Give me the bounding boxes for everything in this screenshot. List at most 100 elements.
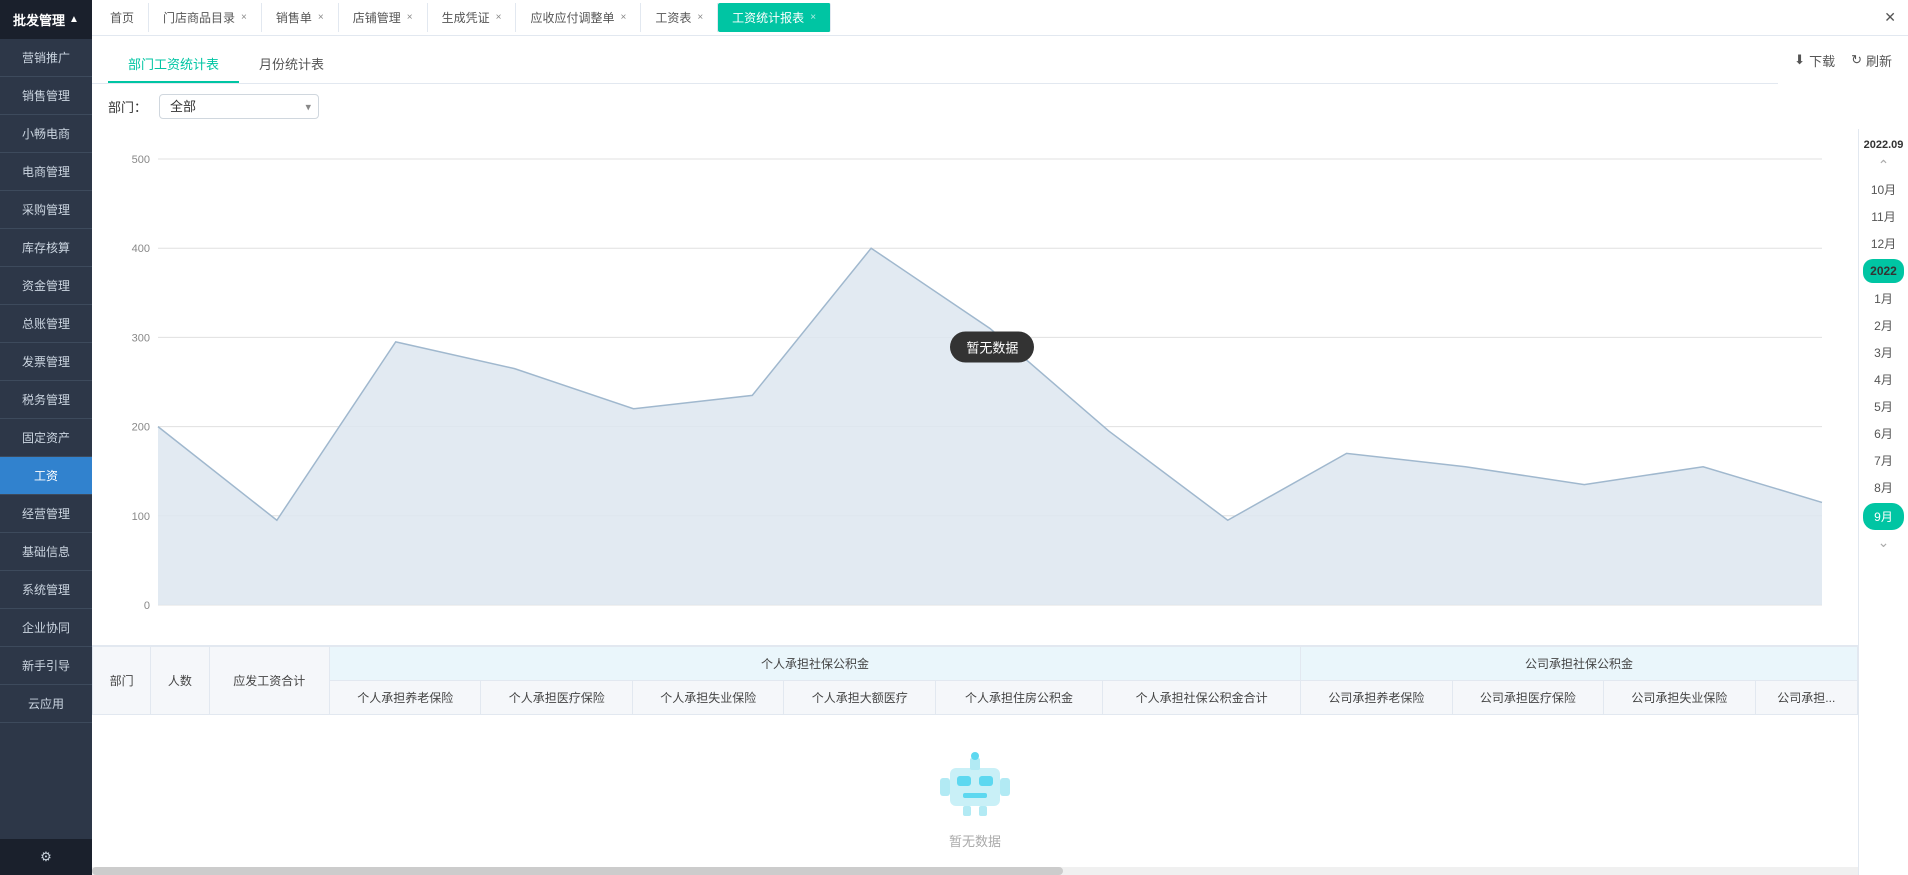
sidebar-item-工资[interactable]: 工资 bbox=[0, 457, 92, 495]
empty-state: 暂无数据 bbox=[103, 723, 1848, 867]
sidebar-item-电商管理[interactable]: 电商管理 bbox=[0, 153, 92, 191]
tab-生成凭证[interactable]: 生成凭证× bbox=[428, 3, 517, 32]
sidebar-item-经营管理[interactable]: 经营管理 bbox=[0, 495, 92, 533]
tab-门店商品目录[interactable]: 门店商品目录 × bbox=[149, 3, 262, 32]
sidebar-items: 营销推广销售管理小畅电商电商管理采购管理库存核算资金管理总账管理发票管理税务管理… bbox=[0, 39, 92, 723]
chart-calendar-area: 0100200300400500 暂无数据 部门人数应发工资合计个人承担社保公积… bbox=[92, 129, 1908, 875]
empty-robot-icon bbox=[935, 743, 1015, 823]
cal-month-6[interactable]: 6月 bbox=[1859, 420, 1908, 447]
th-sub-个人承担失业保险: 个人承担失业保险 bbox=[632, 681, 784, 715]
tab-工资表[interactable]: 工资表 × bbox=[641, 3, 718, 32]
tab-label: 工资表 bbox=[655, 9, 691, 26]
sub-tab-月份统计表[interactable]: 月份统计表 bbox=[239, 46, 344, 83]
download-icon: ⬇ bbox=[1794, 52, 1805, 68]
tab-label: 应收应付调整单 bbox=[530, 9, 614, 26]
th-sub-公司承担医疗保险: 公司承担医疗保险 bbox=[1452, 681, 1604, 715]
refresh-button[interactable]: ↻ 刷新 bbox=[1851, 51, 1892, 70]
tab-label: 工资统计报表 bbox=[732, 9, 804, 26]
tab-label: 门店商品目录 bbox=[163, 9, 235, 26]
sidebar-item-销售管理[interactable]: 销售管理 bbox=[0, 77, 92, 115]
cal-month-1[interactable]: 1月 bbox=[1859, 285, 1908, 312]
tab-label: 销售单 bbox=[276, 9, 312, 26]
svg-text:200: 200 bbox=[132, 422, 150, 434]
download-button[interactable]: ⬇ 下载 bbox=[1794, 51, 1835, 70]
sidebar-item-云应用[interactable]: 云应用 bbox=[0, 685, 92, 723]
cal-month-2[interactable]: 2月 bbox=[1859, 312, 1908, 339]
tab-工资统计报表[interactable]: 工资统计报表 × bbox=[718, 3, 831, 32]
tab-bar-close-btn[interactable]: ✕ bbox=[1876, 9, 1904, 26]
tab-close-icon[interactable]: × bbox=[810, 12, 816, 23]
calendar-down-nav[interactable]: ⌄ bbox=[1878, 532, 1890, 553]
content-area: 部门工资统计表月份统计表 ⬇ 下载 ↻ 刷新 部门： 全部 bbox=[92, 36, 1908, 875]
sidebar-item-总账管理[interactable]: 总账管理 bbox=[0, 305, 92, 343]
calendar-panel: 2022.09 ⌃ 10月 11月 12月 2022 1月 2月 3月 4月 5… bbox=[1858, 129, 1908, 875]
th-sub-公司承担养老保险: 公司承担养老保险 bbox=[1301, 681, 1453, 715]
cal-year-2022[interactable]: 2022 bbox=[1863, 259, 1904, 283]
sidebar-item-营销推广[interactable]: 营销推广 bbox=[0, 39, 92, 77]
cal-month-8[interactable]: 8月 bbox=[1859, 474, 1908, 501]
sub-tabs: 部门工资统计表月份统计表 bbox=[92, 36, 1778, 84]
sidebar-item-税务管理[interactable]: 税务管理 bbox=[0, 381, 92, 419]
tab-销售单[interactable]: 销售单 × bbox=[262, 3, 339, 32]
cal-month-5[interactable]: 5月 bbox=[1859, 393, 1908, 420]
dept-select[interactable]: 全部 bbox=[159, 94, 319, 119]
cal-month-3[interactable]: 3月 bbox=[1859, 339, 1908, 366]
cal-month-7[interactable]: 7月 bbox=[1859, 447, 1908, 474]
tab-close-icon[interactable]: × bbox=[496, 12, 502, 23]
sidebar-item-库存核算[interactable]: 库存核算 bbox=[0, 229, 92, 267]
tab-close-icon[interactable]: × bbox=[697, 12, 703, 23]
sidebar-item-新手引导[interactable]: 新手引导 bbox=[0, 647, 92, 685]
sidebar-header[interactable]: 批发管理 ▲ bbox=[0, 0, 92, 39]
close-all-icon[interactable]: ✕ bbox=[1884, 9, 1896, 26]
chart-table-col: 0100200300400500 暂无数据 部门人数应发工资合计个人承担社保公积… bbox=[92, 129, 1858, 875]
th-sub-个人承担大额医疗: 个人承担大额医疗 bbox=[784, 681, 936, 715]
table-section: 部门人数应发工资合计个人承担社保公积金公司承担社保公积金 个人承担养老保险个人承… bbox=[92, 645, 1858, 875]
empty-text: 暂无数据 bbox=[949, 831, 1001, 850]
sidebar-item-固定资产[interactable]: 固定资产 bbox=[0, 419, 92, 457]
empty-row: 暂无数据 bbox=[93, 715, 1858, 868]
sidebar-item-发票管理[interactable]: 发票管理 bbox=[0, 343, 92, 381]
sub-tab-部门工资统计表[interactable]: 部门工资统计表 bbox=[108, 46, 239, 83]
chart-container: 0100200300400500 暂无数据 bbox=[108, 139, 1842, 635]
calendar-up-nav[interactable]: ⌃ bbox=[1878, 155, 1890, 176]
cal-month-9[interactable]: 9月 bbox=[1863, 503, 1904, 530]
sidebar-item-采购管理[interactable]: 采购管理 bbox=[0, 191, 92, 229]
sidebar: 批发管理 ▲ 营销推广销售管理小畅电商电商管理采购管理库存核算资金管理总账管理发… bbox=[0, 0, 92, 875]
sidebar-item-系统管理[interactable]: 系统管理 bbox=[0, 571, 92, 609]
sidebar-toggle-icon: ▲ bbox=[69, 14, 79, 25]
sidebar-footer-settings[interactable]: ⚙ bbox=[0, 839, 92, 875]
cal-month-12[interactable]: 12月 bbox=[1859, 230, 1908, 257]
sidebar-item-基础信息[interactable]: 基础信息 bbox=[0, 533, 92, 571]
chart-no-data-tooltip: 暂无数据 bbox=[950, 332, 1034, 363]
sidebar-item-资金管理[interactable]: 资金管理 bbox=[0, 267, 92, 305]
tab-店铺管理[interactable]: 店铺管理 × bbox=[339, 3, 428, 32]
th-公司承担社保公积金: 公司承担社保公积金 bbox=[1301, 647, 1858, 681]
cal-month-11[interactable]: 11月 bbox=[1859, 203, 1908, 230]
tab-close-icon[interactable]: × bbox=[407, 12, 413, 23]
th-sub-个人承担医疗保险: 个人承担医疗保险 bbox=[481, 681, 633, 715]
th-sub-公司承担失业保险: 公司承担失业保险 bbox=[1604, 681, 1756, 715]
table-header-main: 部门人数应发工资合计个人承担社保公积金公司承担社保公积金 bbox=[93, 647, 1858, 681]
tab-应收应付调整单[interactable]: 应收应付调整单 × bbox=[516, 3, 641, 32]
tab-首页[interactable]: 首页 bbox=[96, 3, 149, 32]
th-应发工资合计: 应发工资合计 bbox=[209, 647, 329, 715]
scrollbar-thumb[interactable] bbox=[92, 867, 1063, 875]
svg-text:500: 500 bbox=[132, 154, 150, 166]
tab-close-icon[interactable]: × bbox=[241, 12, 247, 23]
tab-close-icon[interactable]: × bbox=[318, 12, 324, 23]
sidebar-item-小畅电商[interactable]: 小畅电商 bbox=[0, 115, 92, 153]
th-个人承担社保公积金: 个人承担社保公积金 bbox=[329, 647, 1300, 681]
svg-text:0: 0 bbox=[144, 600, 150, 612]
sidebar-item-企业协同[interactable]: 企业协同 bbox=[0, 609, 92, 647]
table-wrapper[interactable]: 部门人数应发工资合计个人承担社保公积金公司承担社保公积金 个人承担养老保险个人承… bbox=[92, 646, 1858, 867]
cal-month-10[interactable]: 10月 bbox=[1859, 176, 1908, 203]
th-sub-个人承担住房公积金: 个人承担住房公积金 bbox=[935, 681, 1102, 715]
dept-label: 部门： bbox=[108, 97, 147, 116]
main-area: 首页门店商品目录×销售单×店铺管理×生成凭证×应收应付调整单×工资表×工资统计报… bbox=[92, 0, 1908, 875]
th-sub-个人承担养老保险: 个人承担养老保险 bbox=[329, 681, 481, 715]
tab-label: 店铺管理 bbox=[353, 9, 401, 26]
toolbar-right: ⬇ 下载 ↻ 刷新 bbox=[1778, 41, 1908, 80]
cal-month-4[interactable]: 4月 bbox=[1859, 366, 1908, 393]
tab-close-icon[interactable]: × bbox=[620, 12, 626, 23]
chart-area: 0100200300400500 暂无数据 bbox=[92, 129, 1858, 645]
